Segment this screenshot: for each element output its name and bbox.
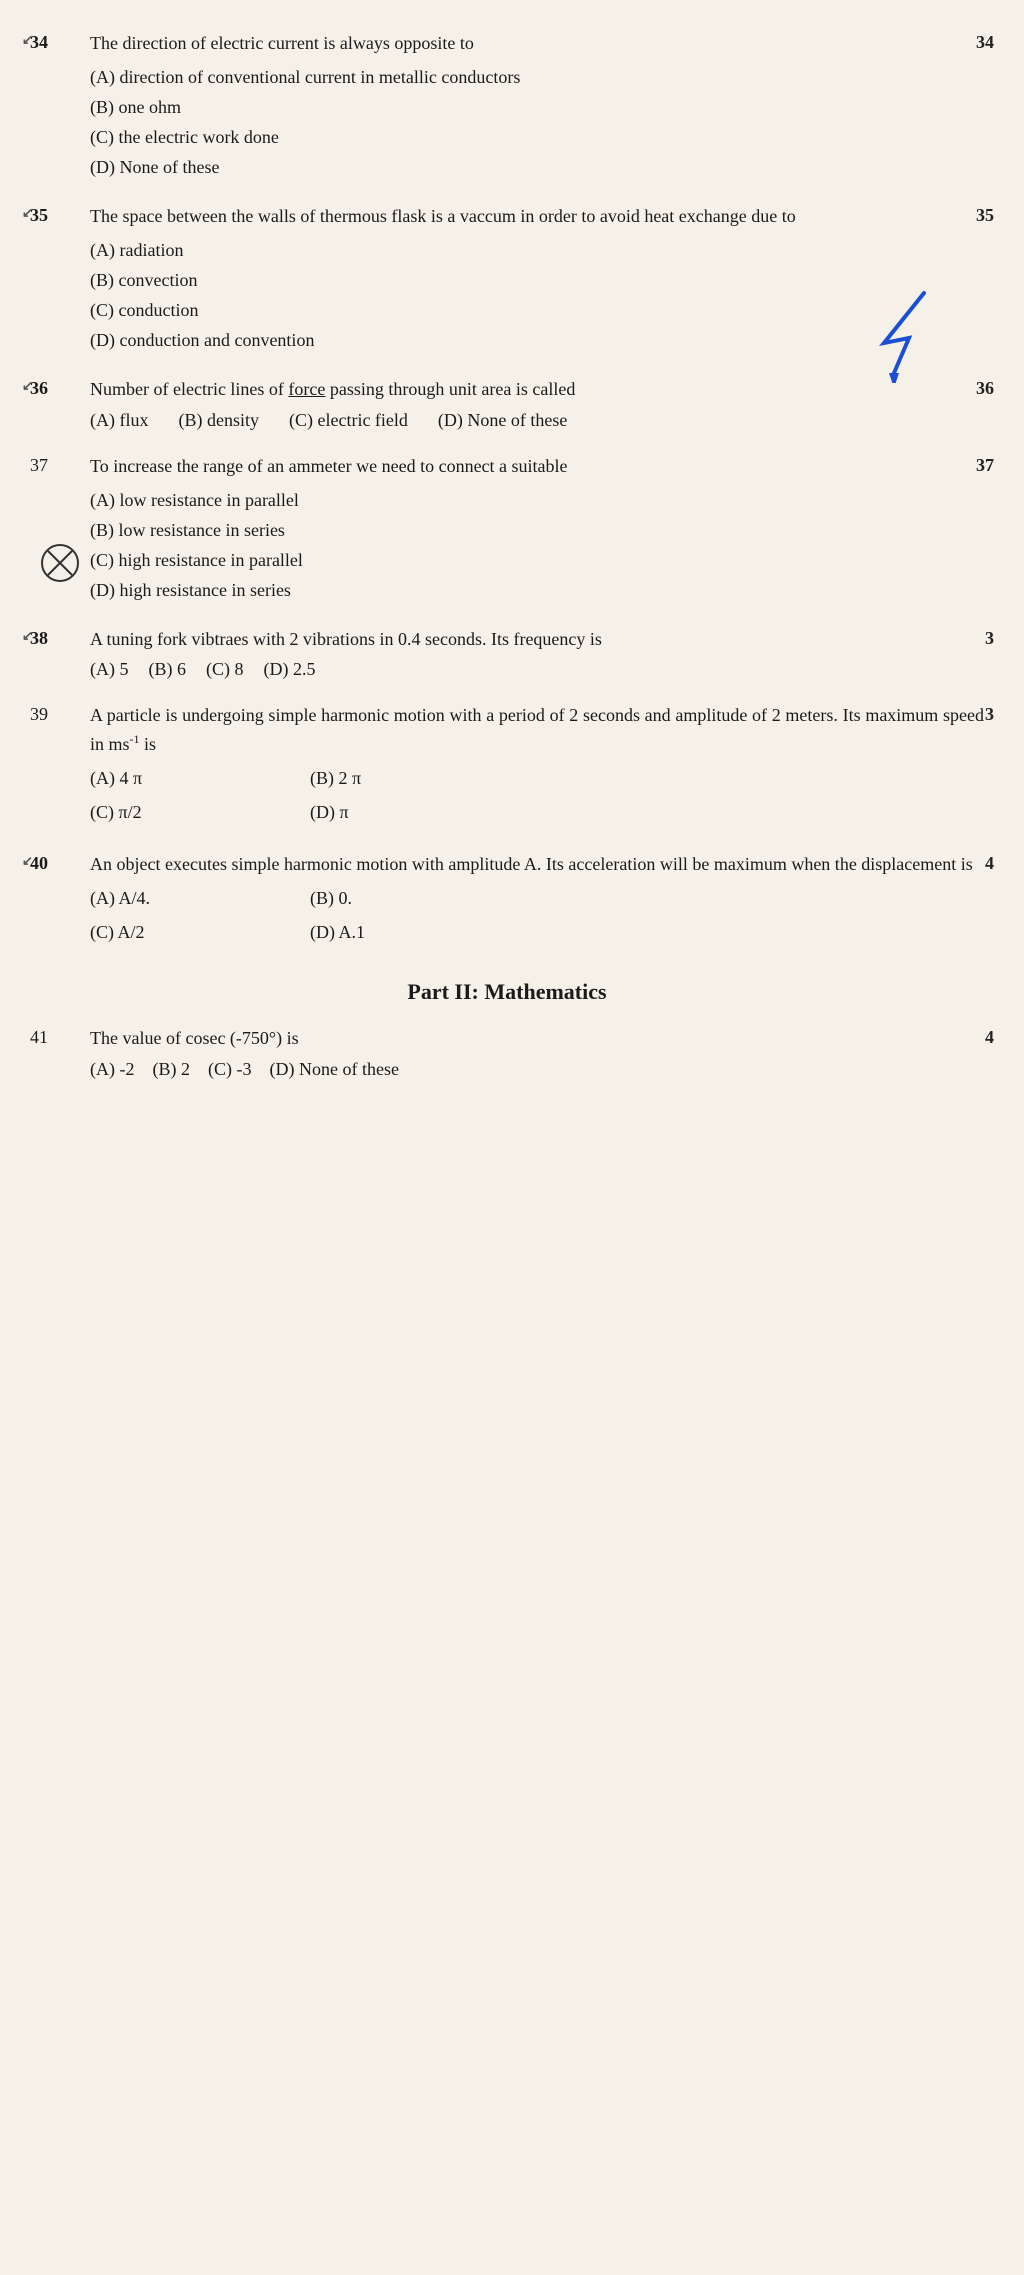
q38-option-b: (B) 6 bbox=[149, 659, 187, 680]
q38-option-c: (C) 8 bbox=[206, 659, 244, 680]
question-41: 41 The value of cosec (-750°) is 4 (A) -… bbox=[30, 1025, 984, 1080]
question-37: 37 To increase the range of an ammeter w… bbox=[30, 453, 984, 604]
q40-text: An object executes simple harmonic motio… bbox=[90, 851, 984, 879]
circle-x-annotation bbox=[40, 543, 80, 583]
q41-option-d: (D) None of these bbox=[269, 1059, 398, 1079]
q36-option-c: (C) electric field bbox=[289, 410, 408, 431]
q41-number: 41 bbox=[30, 1025, 90, 1048]
q39-option-b: (B) 2 π bbox=[310, 765, 510, 792]
q39-options: (A) 4 π (B) 2 π (C) π/2 (D) π bbox=[90, 765, 984, 829]
q38-option-a: (A) 5 bbox=[90, 659, 129, 680]
q40-side-number: 4 bbox=[985, 853, 994, 874]
q40-option-c: (C) A/2 bbox=[90, 919, 290, 946]
q34-side-number: 34 bbox=[976, 32, 994, 53]
question-40: ↙40 An object executes simple harmonic m… bbox=[30, 851, 984, 949]
q37-option-c: (C) high resistance in parallel bbox=[90, 547, 984, 574]
q36-text: Number of electric lines of force passin… bbox=[90, 376, 984, 404]
q34-option-c: (C) the electric work done bbox=[90, 124, 984, 151]
q34-text: The direction of electric current is alw… bbox=[90, 30, 984, 58]
q35-option-d: (D) conduction and convention bbox=[90, 327, 984, 354]
part2-heading: Part II: Mathematics bbox=[30, 979, 984, 1005]
q37-option-a: (A) low resistance in parallel bbox=[90, 487, 984, 514]
q34-options: (A) direction of conventional current in… bbox=[90, 64, 984, 181]
q35-option-c: (C) conduction bbox=[90, 297, 984, 324]
q39-option-c: (C) π/2 bbox=[90, 799, 290, 826]
q37-text: To increase the range of an ammeter we n… bbox=[90, 453, 984, 481]
q38-number: ↙38 bbox=[30, 626, 90, 649]
q38-option-d: (D) 2.5 bbox=[264, 659, 316, 680]
q41-option-a: (A) -2 bbox=[90, 1059, 134, 1079]
q36-side-number: 36 bbox=[976, 378, 994, 399]
q37-side-number: 37 bbox=[976, 455, 994, 476]
q40-options: (A) A/4. (B) 0. (C) A/2 (D) A.1 bbox=[90, 885, 984, 949]
q35-option-b: (B) convection bbox=[90, 267, 984, 294]
q39-side-number: 3 bbox=[985, 704, 994, 725]
question-35: ↙35 The space between the walls of therm… bbox=[30, 203, 984, 354]
q37-option-d: (D) high resistance in series bbox=[90, 577, 984, 604]
q41-text: The value of cosec (-750°) is bbox=[90, 1025, 984, 1053]
q35-option-a: (A) radiation bbox=[90, 237, 984, 264]
q39-number: 39 bbox=[30, 702, 90, 725]
q35-text: The space between the walls of thermous … bbox=[90, 203, 984, 231]
q34-option-a: (A) direction of conventional current in… bbox=[90, 64, 984, 91]
q39-option-a: (A) 4 π bbox=[90, 765, 290, 792]
q35-side-number: 35 bbox=[976, 205, 994, 226]
q36-number: ↙36 bbox=[30, 376, 90, 399]
q39-text: A particle is undergoing simple harmonic… bbox=[90, 702, 984, 759]
q40-option-a: (A) A/4. bbox=[90, 885, 290, 912]
q40-number: ↙40 bbox=[30, 851, 90, 874]
q41-option-b: (B) 2 bbox=[152, 1059, 190, 1079]
q38-text: A tuning fork vibtraes with 2 vibrations… bbox=[90, 626, 984, 654]
q41-option-c: (C) -3 bbox=[208, 1059, 252, 1079]
q35-options: (A) radiation (B) convection (C) conduct… bbox=[90, 237, 984, 354]
question-38: ↙38 A tuning fork vibtraes with 2 vibrat… bbox=[30, 626, 984, 681]
q36-options: (A) flux (B) density (C) electric field … bbox=[90, 410, 984, 431]
q35-number: ↙35 bbox=[30, 203, 90, 226]
q41-options-inline: (A) -2 (B) 2 (C) -3 (D) None of these bbox=[90, 1059, 984, 1080]
q41-side-number: 4 bbox=[985, 1027, 994, 1048]
q34-number: ↙34 bbox=[30, 30, 90, 53]
q37-option-b: (B) low resistance in series bbox=[90, 517, 984, 544]
q34-option-d: (D) None of these bbox=[90, 154, 984, 181]
q36-option-b: (B) density bbox=[178, 410, 259, 431]
q40-option-b: (B) 0. bbox=[310, 885, 510, 912]
q36-option-d: (D) None of these bbox=[438, 410, 567, 431]
question-39: 39 A particle is undergoing simple harmo… bbox=[30, 702, 984, 829]
question-34: ↙34 The direction of electric current is… bbox=[30, 30, 984, 181]
q38-side-number: 3 bbox=[985, 628, 994, 649]
q39-option-d: (D) π bbox=[310, 799, 510, 826]
q34-option-b: (B) one ohm bbox=[90, 94, 984, 121]
q37-number: 37 bbox=[30, 453, 90, 476]
q36-option-a: (A) flux bbox=[90, 410, 148, 431]
q40-option-d: (D) A.1 bbox=[310, 919, 510, 946]
q37-options: (A) low resistance in parallel (B) low r… bbox=[90, 487, 984, 604]
question-36: ↙36 Number of electric lines of force pa… bbox=[30, 376, 984, 431]
q38-options: (A) 5 (B) 6 (C) 8 (D) 2.5 bbox=[90, 659, 984, 680]
